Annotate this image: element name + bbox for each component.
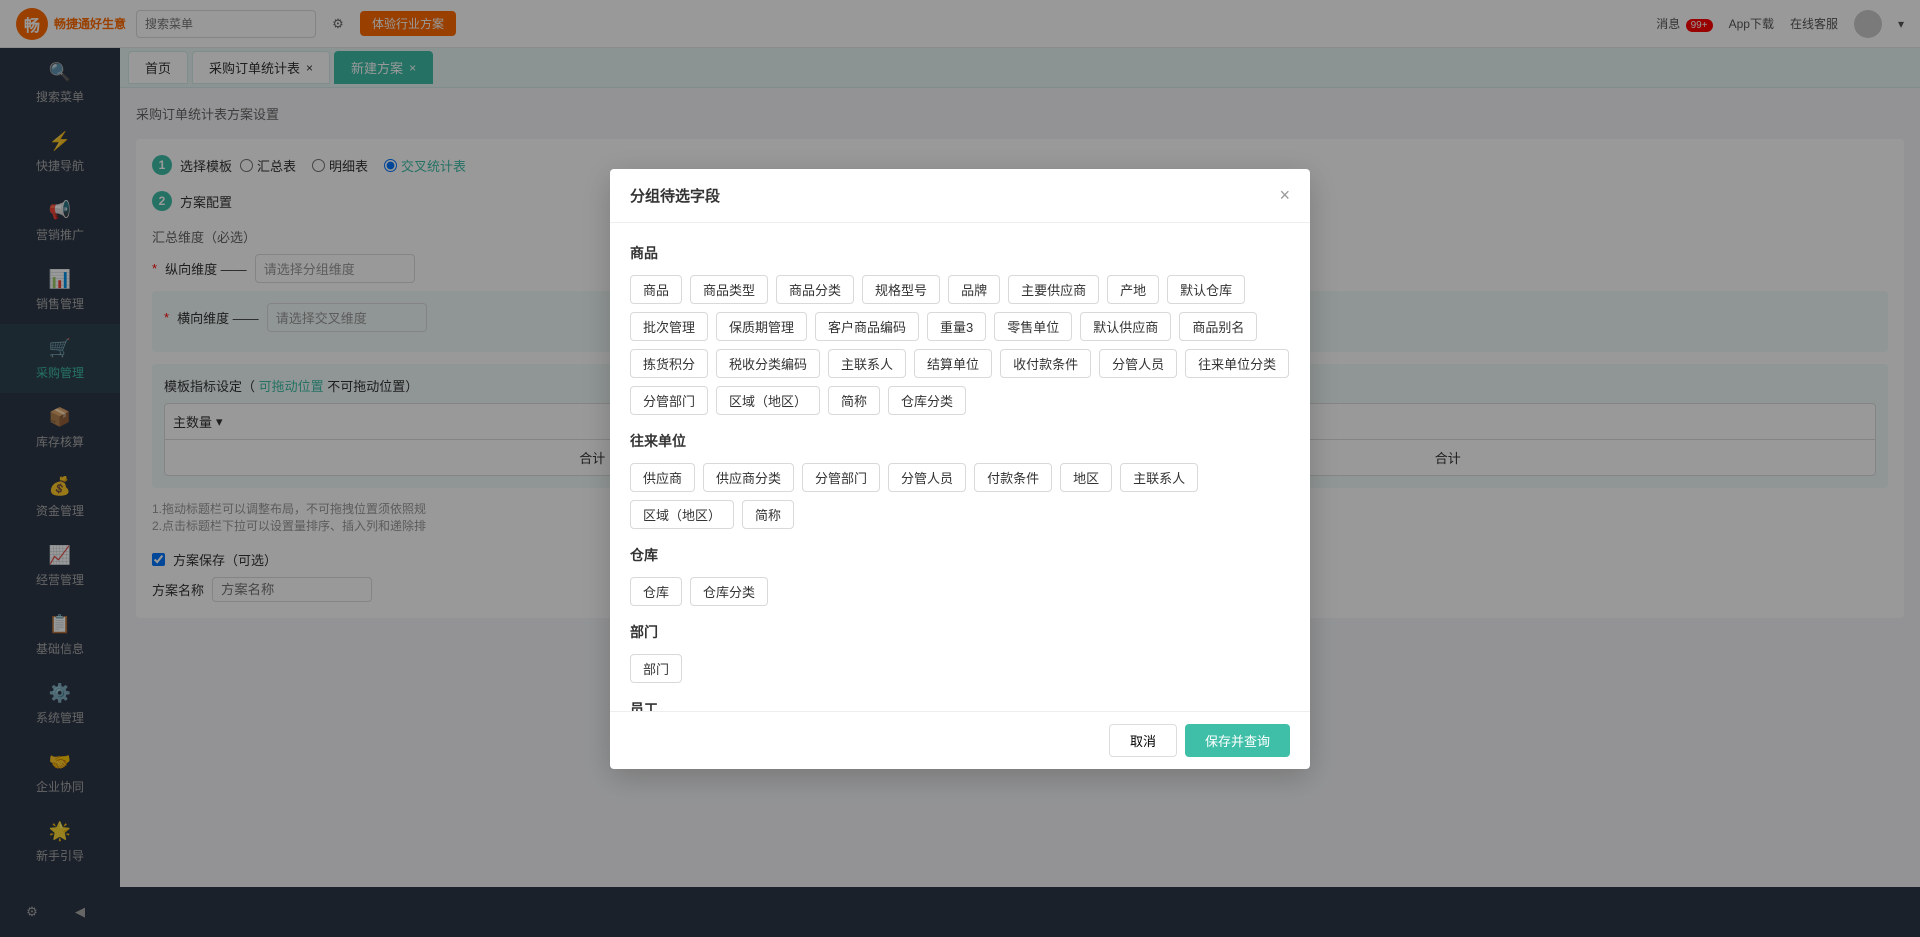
modal-body: 商品 商品 商品类型 商品分类 规格型号 品牌 主要供应商 产地 默认仓库 批次… (610, 223, 1310, 711)
field-product-category[interactable]: 商品分类 (776, 275, 854, 304)
field-dept[interactable]: 部门 (630, 654, 682, 683)
modal-footer: 取消 保存并查询 (610, 711, 1310, 769)
field-weight3[interactable]: 重量3 (927, 312, 986, 341)
modal-overlay: 分组待选字段 × 商品 商品 商品类型 商品分类 规格型号 品牌 主要供应商 产… (0, 0, 1920, 937)
field-payment-condition[interactable]: 付款条件 (974, 463, 1052, 492)
field-main-supplier[interactable]: 主要供应商 (1008, 275, 1099, 304)
field-from-unit-category[interactable]: 往来单位分类 (1185, 349, 1289, 378)
field-default-supplier[interactable]: 默认供应商 (1080, 312, 1171, 341)
field-partner-contact[interactable]: 主联系人 (1120, 463, 1198, 492)
section-warehouse-title: 仓库 (630, 545, 1290, 565)
section-department-fields: 部门 (630, 654, 1290, 683)
field-manager[interactable]: 分管人员 (1099, 349, 1177, 378)
field-tax-code[interactable]: 税收分类编码 (716, 349, 820, 378)
modal-close-button[interactable]: × (1279, 185, 1290, 206)
modal-title: 分组待选字段 (630, 185, 720, 206)
field-warehouse-category[interactable]: 仓库分类 (888, 386, 966, 415)
field-partner-abbr[interactable]: 简称 (742, 500, 794, 529)
section-employee-title: 员工 (630, 699, 1290, 711)
field-admin-dept[interactable]: 分管部门 (630, 386, 708, 415)
field-district[interactable]: 地区 (1060, 463, 1112, 492)
modal-header: 分组待选字段 × (610, 169, 1310, 223)
field-product-alias[interactable]: 商品别名 (1179, 312, 1257, 341)
section-partner-fields: 供应商 供应商分类 分管部门 分管人员 付款条件 地区 主联系人 区域（地区） … (630, 463, 1290, 529)
field-wh[interactable]: 仓库 (630, 577, 682, 606)
field-payment-terms[interactable]: 收付款条件 (1000, 349, 1091, 378)
section-warehouse-fields: 仓库 仓库分类 (630, 577, 1290, 606)
field-picking-points[interactable]: 拣货积分 (630, 349, 708, 378)
field-abbreviation[interactable]: 简称 (828, 386, 880, 415)
cancel-button[interactable]: 取消 (1109, 724, 1177, 757)
field-region[interactable]: 区域（地区） (716, 386, 820, 415)
field-wh-category[interactable]: 仓库分类 (690, 577, 768, 606)
field-main-contact[interactable]: 主联系人 (828, 349, 906, 378)
field-shelf-life[interactable]: 保质期管理 (716, 312, 807, 341)
section-product-title: 商品 (630, 243, 1290, 263)
field-retail-unit[interactable]: 零售单位 (994, 312, 1072, 341)
field-partner-region[interactable]: 区域（地区） (630, 500, 734, 529)
field-batch-management[interactable]: 批次管理 (630, 312, 708, 341)
field-spec-type[interactable]: 规格型号 (862, 275, 940, 304)
field-manage-dept[interactable]: 分管部门 (802, 463, 880, 492)
field-supplier[interactable]: 供应商 (630, 463, 695, 492)
field-origin[interactable]: 产地 (1107, 275, 1159, 304)
confirm-button[interactable]: 保存并查询 (1185, 724, 1290, 757)
field-supplier-category[interactable]: 供应商分类 (703, 463, 794, 492)
field-settlement-unit[interactable]: 结算单位 (914, 349, 992, 378)
field-product-type[interactable]: 商品类型 (690, 275, 768, 304)
field-customer-code[interactable]: 客户商品编码 (815, 312, 919, 341)
field-brand[interactable]: 品牌 (948, 275, 1000, 304)
section-product-fields: 商品 商品类型 商品分类 规格型号 品牌 主要供应商 产地 默认仓库 批次管理 … (630, 275, 1290, 415)
field-default-warehouse[interactable]: 默认仓库 (1167, 275, 1245, 304)
section-partner-title: 往来单位 (630, 431, 1290, 451)
field-product[interactable]: 商品 (630, 275, 682, 304)
modal: 分组待选字段 × 商品 商品 商品类型 商品分类 规格型号 品牌 主要供应商 产… (610, 169, 1310, 769)
section-department-title: 部门 (630, 622, 1290, 642)
field-manage-staff[interactable]: 分管人员 (888, 463, 966, 492)
